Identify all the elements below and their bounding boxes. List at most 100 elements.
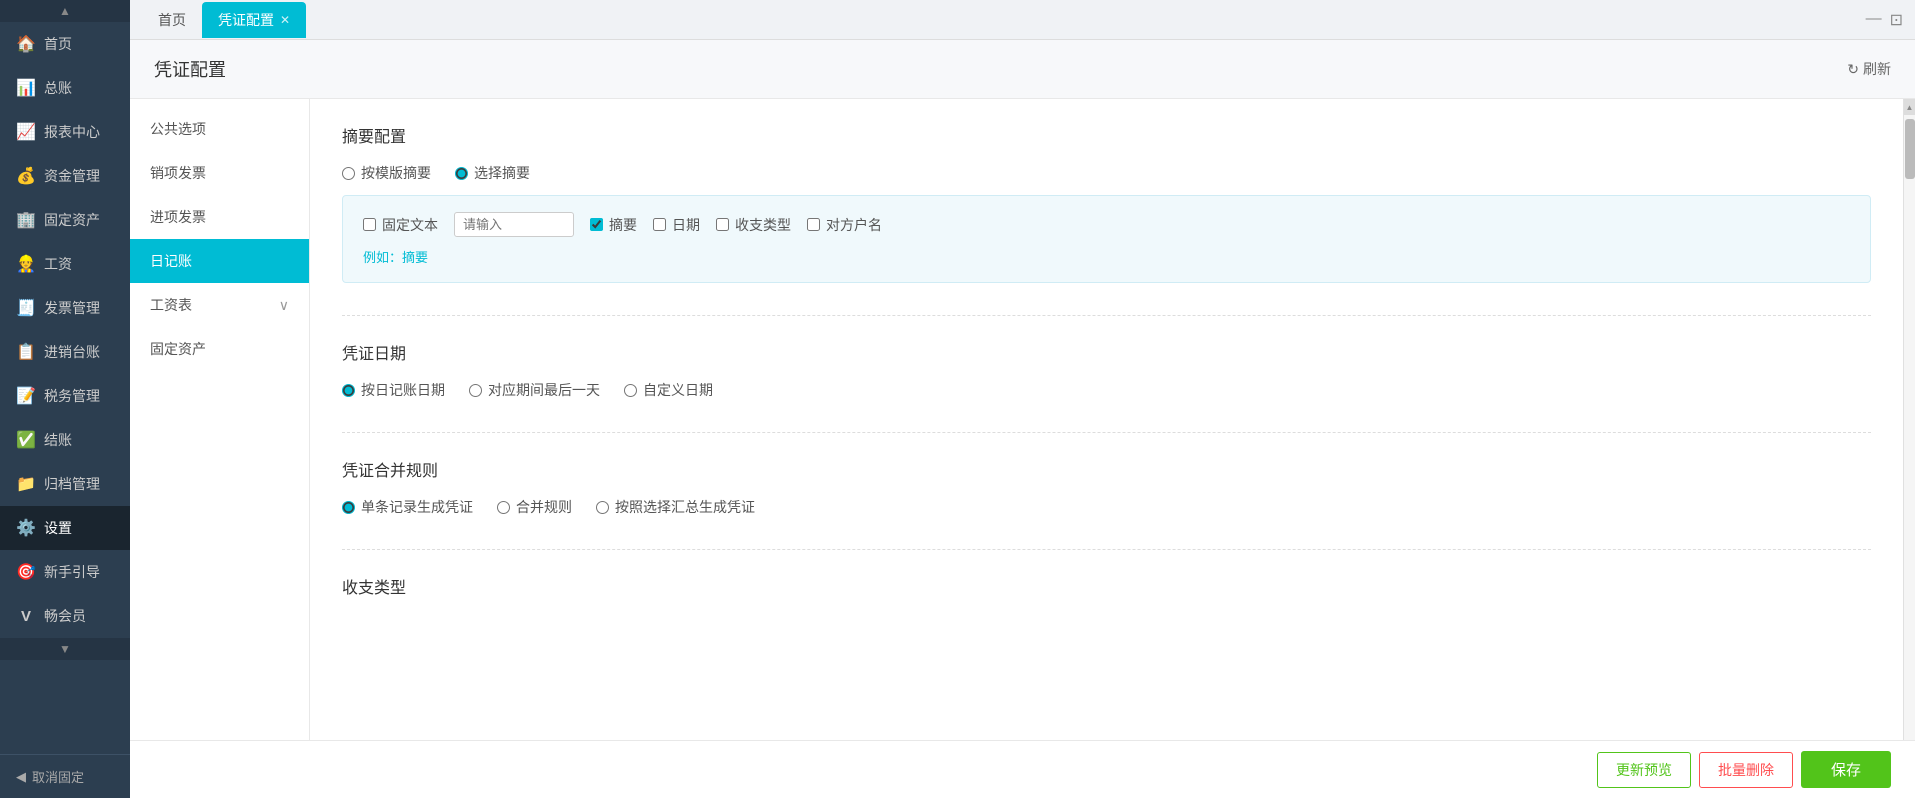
- sidebar-item-guide[interactable]: 🎯 新手引导: [0, 550, 130, 594]
- scrollbar: ▲: [1903, 99, 1915, 740]
- fixed-text-checkbox[interactable]: [363, 218, 376, 231]
- batch-delete-button[interactable]: 批量删除: [1699, 752, 1793, 788]
- sidebar-scroll-up[interactable]: ▲: [0, 0, 130, 22]
- abstract-config-title: 摘要配置: [342, 123, 1871, 147]
- left-nav-sales-invoice[interactable]: 销项发票: [130, 151, 309, 195]
- sidebar-item-label: 工资: [44, 254, 72, 274]
- counterparty-label: 对方户名: [826, 215, 882, 235]
- left-nav-public-options[interactable]: 公共选项: [130, 107, 309, 151]
- custom-date-radio[interactable]: [624, 384, 637, 397]
- template-abstract-radio[interactable]: [342, 167, 355, 180]
- merge-rules-radio[interactable]: [497, 501, 510, 514]
- merge-rules-option[interactable]: 合并规则: [497, 497, 572, 517]
- last-day-option[interactable]: 对应期间最后一天: [469, 380, 600, 400]
- select-abstract-radio[interactable]: [455, 167, 468, 180]
- select-abstract-option[interactable]: 选择摘要: [455, 163, 530, 183]
- unpin-icon: ◀: [16, 769, 26, 785]
- minimize-button[interactable]: —: [1866, 10, 1882, 30]
- income-type-option[interactable]: 收支类型: [716, 215, 791, 235]
- merge-rules-section: 凭证合并规则 单条记录生成凭证 合并规则 按照选择汇总生成凭证: [342, 457, 1871, 517]
- refresh-button[interactable]: ↻ 刷新: [1847, 59, 1891, 79]
- fixed-text-label: 固定文本: [382, 215, 438, 235]
- income-type-section: 收支类型: [342, 574, 1871, 598]
- tab-close-icon[interactable]: ✕: [280, 13, 290, 27]
- left-nav-payroll-table[interactable]: 工资表 ∨: [130, 283, 309, 327]
- counterparty-checkbox[interactable]: [807, 218, 820, 231]
- payroll-icon: 👷: [16, 254, 36, 274]
- left-nav-label: 日记账: [150, 251, 192, 271]
- sidebar-item-label: 畅会员: [44, 606, 86, 626]
- inner-layout: 公共选项 销项发票 进项发票 日记账 工资表 ∨ 固定资产: [130, 99, 1915, 740]
- left-nav-fixed-assets[interactable]: 固定资产: [130, 327, 309, 371]
- abstract-option[interactable]: 摘要: [590, 215, 637, 235]
- tab-bar: 首页 凭证配置 ✕ — ⊡: [130, 0, 1915, 40]
- sidebar-item-fund-management[interactable]: 💰 资金管理: [0, 154, 130, 198]
- fixed-text-option[interactable]: 固定文本: [363, 215, 438, 235]
- sidebar-item-settings[interactable]: ⚙️ 设置: [0, 506, 130, 550]
- voucher-date-radio-group: 按日记账日期 对应期间最后一天 自定义日期: [342, 380, 1871, 400]
- sidebar-item-label: 固定资产: [44, 210, 100, 230]
- sidebar-item-home[interactable]: 🏠 首页: [0, 22, 130, 66]
- sidebar: ▲ 🏠 首页 📊 总账 📈 报表中心 💰 资金管理 🏢 固定资产 👷 工资 🧾 …: [0, 0, 130, 798]
- tab-voucher-config[interactable]: 凭证配置 ✕: [202, 2, 306, 38]
- counterparty-option[interactable]: 对方户名: [807, 215, 882, 235]
- fixed-text-input[interactable]: [454, 212, 574, 237]
- tab-voucher-config-label: 凭证配置: [218, 10, 274, 30]
- main-area: 首页 凭证配置 ✕ — ⊡ 凭证配置 ↻ 刷新 公共选项: [130, 0, 1915, 798]
- income-type-label: 收支类型: [735, 215, 791, 235]
- refresh-label: 刷新: [1863, 59, 1891, 79]
- abstract-checkbox[interactable]: [590, 218, 603, 231]
- left-nav-label: 公共选项: [150, 119, 206, 139]
- sidebar-item-label: 首页: [44, 34, 72, 54]
- sidebar-scroll-down[interactable]: ▼: [0, 638, 130, 660]
- by-journal-date-radio[interactable]: [342, 384, 355, 397]
- left-nav-label: 工资表: [150, 295, 192, 315]
- single-record-option[interactable]: 单条记录生成凭证: [342, 497, 473, 517]
- sidebar-item-payroll[interactable]: 👷 工资: [0, 242, 130, 286]
- content-area: 凭证配置 ↻ 刷新 公共选项 销项发票 进项发票 日记账: [130, 40, 1915, 798]
- maximize-button[interactable]: ⊡: [1890, 10, 1903, 30]
- sidebar-item-report-center[interactable]: 📈 报表中心: [0, 110, 130, 154]
- window-controls: — ⊡: [1866, 10, 1903, 30]
- date-label: 日期: [672, 215, 700, 235]
- select-summary-option[interactable]: 按照选择汇总生成凭证: [596, 497, 755, 517]
- sidebar-item-label: 发票管理: [44, 298, 100, 318]
- income-type-checkbox[interactable]: [716, 218, 729, 231]
- update-preview-button[interactable]: 更新预览: [1597, 752, 1691, 788]
- sidebar-item-purchase-sale[interactable]: 📋 进销台账: [0, 330, 130, 374]
- save-button[interactable]: 保存: [1801, 751, 1891, 788]
- sidebar-item-general-ledger[interactable]: 📊 总账: [0, 66, 130, 110]
- last-day-radio[interactable]: [469, 384, 482, 397]
- sidebar-item-invoice[interactable]: 🧾 发票管理: [0, 286, 130, 330]
- sidebar-item-label: 进销台账: [44, 342, 100, 362]
- sidebar-item-fixed-assets[interactable]: 🏢 固定资产: [0, 198, 130, 242]
- custom-date-option[interactable]: 自定义日期: [624, 380, 713, 400]
- example-text: 例如：摘要: [363, 247, 1850, 266]
- sidebar-item-label: 归档管理: [44, 474, 100, 494]
- sidebar-item-settlement[interactable]: ✅ 结账: [0, 418, 130, 462]
- tab-home[interactable]: 首页: [142, 2, 202, 38]
- select-summary-radio[interactable]: [596, 501, 609, 514]
- expand-icon: ∨: [279, 297, 289, 314]
- sidebar-item-tax[interactable]: 📝 税务管理: [0, 374, 130, 418]
- single-record-radio[interactable]: [342, 501, 355, 514]
- left-nav-journal[interactable]: 日记账: [130, 239, 309, 283]
- left-nav-purchase-invoice[interactable]: 进项发票: [130, 195, 309, 239]
- sidebar-item-label: 总账: [44, 78, 72, 98]
- template-abstract-option[interactable]: 按模版摘要: [342, 163, 431, 183]
- sidebar-item-label: 结账: [44, 430, 72, 450]
- scroll-up-button[interactable]: ▲: [1904, 99, 1915, 115]
- by-journal-date-option[interactable]: 按日记账日期: [342, 380, 445, 400]
- divider-2: [342, 432, 1871, 433]
- sidebar-item-archive[interactable]: 📁 归档管理: [0, 462, 130, 506]
- sidebar-footer-label: 取消固定: [32, 767, 84, 786]
- date-option[interactable]: 日期: [653, 215, 700, 235]
- abstract-checkbox-config: 固定文本 摘要 日期: [342, 195, 1871, 283]
- sidebar-unpin-button[interactable]: ◀ 取消固定: [0, 754, 130, 798]
- scroll-thumb[interactable]: [1905, 119, 1915, 179]
- page-title: 凭证配置: [154, 56, 226, 82]
- sidebar-item-vip[interactable]: V 畅会员: [0, 594, 130, 638]
- refresh-icon: ↻: [1847, 61, 1859, 78]
- abstract-config-section: 摘要配置 按模版摘要 选择摘要: [342, 123, 1871, 283]
- date-checkbox[interactable]: [653, 218, 666, 231]
